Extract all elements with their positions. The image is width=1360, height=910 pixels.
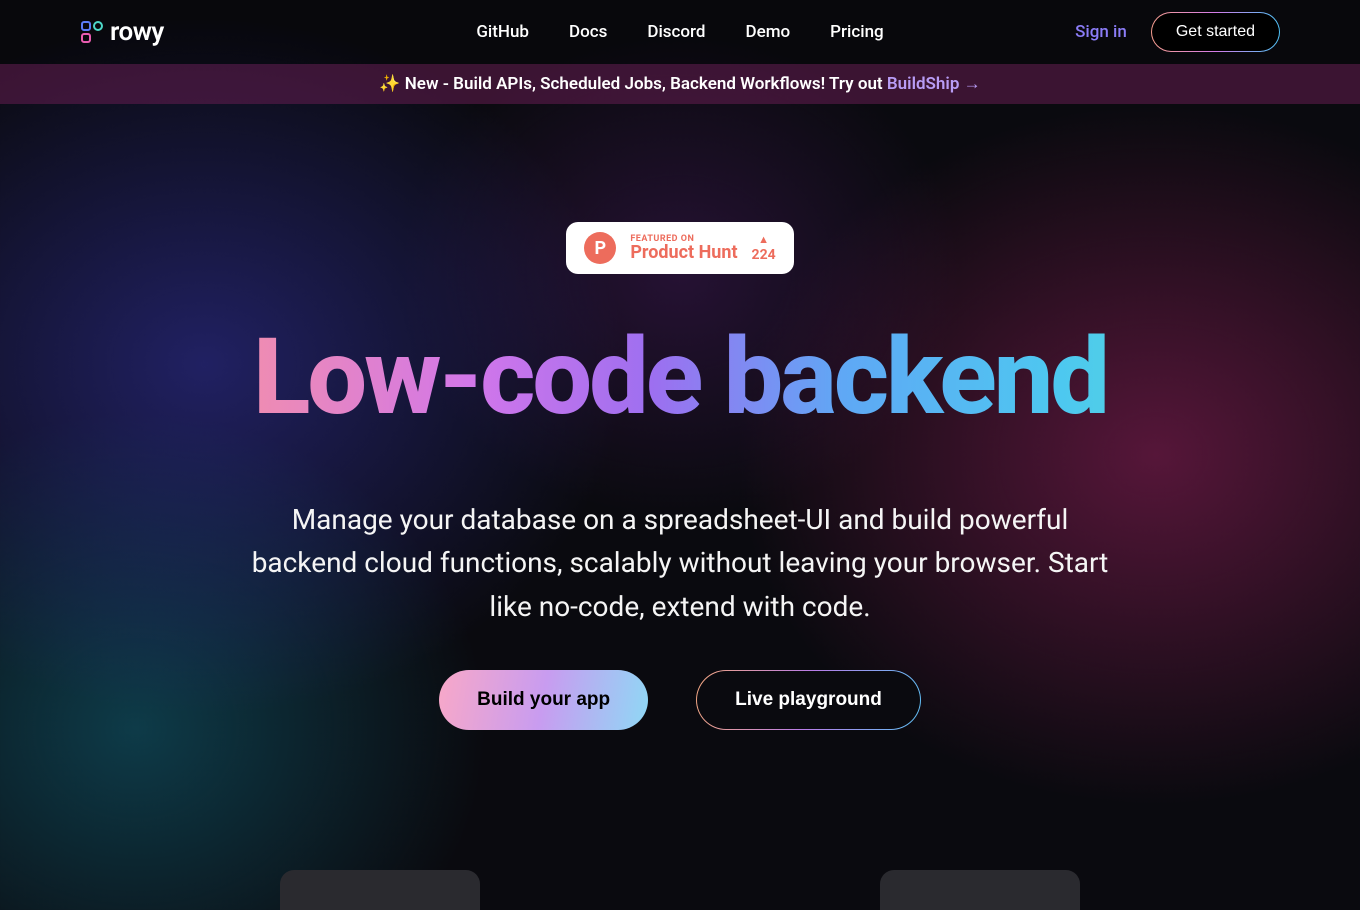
logo-icon <box>80 20 104 44</box>
nav-demo[interactable]: Demo <box>746 22 791 42</box>
feature-card <box>280 870 480 910</box>
product-hunt-text: FEATURED ON Product Hunt <box>630 234 737 262</box>
live-playground-button[interactable]: Live playground <box>696 670 921 730</box>
logo[interactable]: rowy <box>80 17 164 47</box>
nav-discord[interactable]: Discord <box>647 22 705 42</box>
product-hunt-votes: ▲ 224 <box>752 233 776 263</box>
header-right: Sign in Get started <box>1075 12 1280 52</box>
hero-buttons: Build your app Live playground <box>0 670 1360 730</box>
announcement-banner: ✨ New - Build APIs, Scheduled Jobs, Back… <box>0 64 1360 104</box>
nav-github[interactable]: GitHub <box>476 22 529 42</box>
hero-title: Low-code backend <box>0 324 1360 430</box>
feature-card <box>880 870 1080 910</box>
cards-row <box>0 870 1360 910</box>
upvote-icon: ▲ <box>758 233 769 246</box>
product-hunt-icon: P <box>584 232 616 264</box>
hero-subtitle: Manage your database on a spreadsheet-UI… <box>250 498 1110 628</box>
brand-name: rowy <box>110 17 164 47</box>
banner-link[interactable]: BuildShip → <box>887 74 981 94</box>
product-hunt-count: 224 <box>752 247 776 263</box>
product-hunt-name: Product Hunt <box>630 244 737 262</box>
hero-section: P FEATURED ON Product Hunt ▲ 224 Low-cod… <box>0 104 1360 730</box>
header: rowy GitHub Docs Discord Demo Pricing Si… <box>0 0 1360 64</box>
get-started-button[interactable]: Get started <box>1151 12 1280 52</box>
build-app-button[interactable]: Build your app <box>439 670 648 730</box>
nav-pricing[interactable]: Pricing <box>830 22 884 42</box>
signin-link[interactable]: Sign in <box>1075 22 1127 42</box>
banner-text: ✨ New - Build APIs, Scheduled Jobs, Back… <box>379 74 887 94</box>
main-nav: GitHub Docs Discord Demo Pricing <box>476 22 883 42</box>
product-hunt-badge[interactable]: P FEATURED ON Product Hunt ▲ 224 <box>566 222 793 274</box>
nav-docs[interactable]: Docs <box>569 22 607 42</box>
